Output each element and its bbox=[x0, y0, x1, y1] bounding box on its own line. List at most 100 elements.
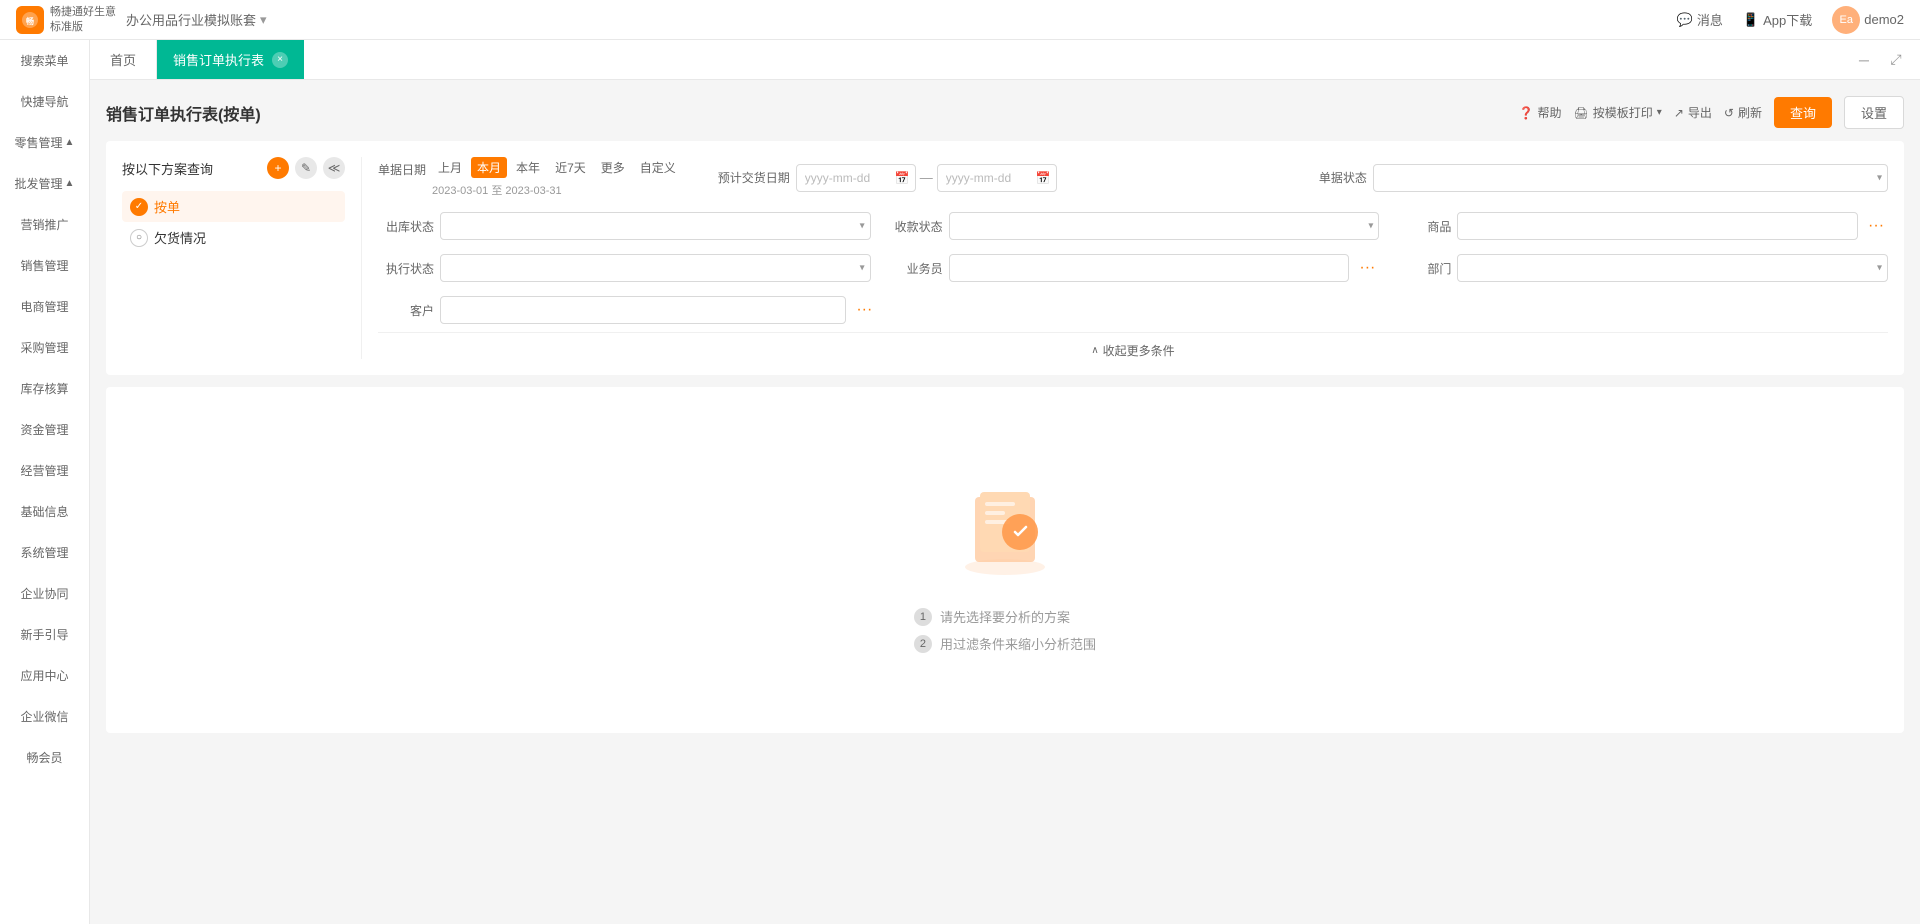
goods-field: 商品 ··· bbox=[1395, 212, 1888, 240]
tab-sales-order[interactable]: 销售订单执行表 × bbox=[157, 40, 304, 79]
order-status-select[interactable] bbox=[1373, 164, 1888, 192]
scheme-item-by-arrears[interactable]: ○ 欠货情况 bbox=[122, 222, 345, 253]
print-icon: 🖨 bbox=[1574, 106, 1589, 120]
date-tab-this-year[interactable]: 本年 bbox=[510, 157, 546, 178]
sidebar-item-inventory[interactable]: 库存核算 bbox=[0, 368, 89, 409]
sidebar-item-wholesale-mgmt[interactable]: 批发管理 ▲ bbox=[0, 163, 89, 204]
collapse-panel-button[interactable]: ≪ bbox=[323, 157, 345, 179]
sidebar-item-app-center[interactable]: 应用中心 bbox=[0, 655, 89, 696]
breadcrumb-arrow-icon[interactable]: ▾ bbox=[260, 12, 267, 28]
date-tab-this-month[interactable]: 本月 bbox=[471, 157, 507, 178]
date-to-calendar-icon[interactable]: 📅 bbox=[1036, 171, 1051, 185]
page-content: 销售订单执行表(按单) ❓ 帮助 🖨 按模板打印 ▾ ↗ 导出 bbox=[90, 80, 1920, 924]
tab-close-button[interactable]: × bbox=[272, 52, 288, 68]
export-label: 导出 bbox=[1688, 104, 1712, 121]
refresh-button[interactable]: ↺ 刷新 bbox=[1724, 104, 1762, 121]
customer-input[interactable] bbox=[440, 296, 846, 324]
sidebar-label: 电商管理 bbox=[4, 298, 85, 315]
salesperson-label: 业务员 bbox=[887, 260, 943, 277]
customer-more-icon[interactable]: ··· bbox=[852, 301, 876, 319]
payment-status-select[interactable] bbox=[949, 212, 1380, 240]
delivery-status-select[interactable] bbox=[440, 212, 871, 240]
export-icon: ↗ bbox=[1674, 106, 1684, 120]
exec-status-wrapper: ▾ bbox=[440, 254, 871, 282]
user-area[interactable]: Ea demo2 bbox=[1832, 6, 1904, 34]
sidebar-item-system-mgmt[interactable]: 系统管理 bbox=[0, 532, 89, 573]
sidebar-label: 销售管理 bbox=[4, 257, 85, 274]
help-button[interactable]: ❓ 帮助 bbox=[1519, 104, 1562, 121]
breadcrumb-text: 办公用品行业模拟账套 bbox=[126, 10, 256, 29]
goods-more-icon[interactable]: ··· bbox=[1864, 217, 1888, 235]
sidebar-item-marketing[interactable]: 营销推广 bbox=[0, 204, 89, 245]
left-panel: 按以下方案查询 + ✎ ≪ bbox=[122, 157, 362, 359]
exec-status-select[interactable] bbox=[440, 254, 871, 282]
print-button[interactable]: 🖨 按模板打印 ▾ bbox=[1574, 104, 1662, 121]
sidebar-item-vip[interactable]: 畅会员 bbox=[0, 737, 89, 778]
sidebar-item-search-menu[interactable]: 搜索菜单 bbox=[0, 40, 89, 81]
sidebar-item-retail-mgmt[interactable]: 零售管理 ▲ bbox=[0, 122, 89, 163]
sidebar-item-enterprise-wechat[interactable]: 企业微信 bbox=[0, 696, 89, 737]
sidebar-item-basic-info[interactable]: 基础信息 bbox=[0, 491, 89, 532]
top-bar-right: 💬 消息 📱 App下载 Ea demo2 bbox=[1677, 6, 1904, 34]
add-scheme-button[interactable]: + bbox=[267, 157, 289, 179]
sidebar-item-newbie[interactable]: 新手引导 bbox=[0, 614, 89, 655]
page-title: 销售订单执行表(按单) bbox=[106, 101, 261, 125]
salesperson-input[interactable] bbox=[949, 254, 1350, 282]
help-label: 帮助 bbox=[1538, 104, 1562, 121]
scheme-item-by-order[interactable]: ✓ 按单 bbox=[122, 191, 345, 222]
sidebar-label: 营销推广 bbox=[4, 216, 85, 233]
tip-1-number: 1 bbox=[914, 608, 932, 626]
payment-status-label: 收款状态 bbox=[887, 218, 943, 235]
page-actions: ❓ 帮助 🖨 按模板打印 ▾ ↗ 导出 ↺ 刷新 bbox=[1519, 96, 1904, 129]
logo-area: 畅 畅捷通好生意 标准版 bbox=[16, 5, 116, 34]
sidebar-item-operations[interactable]: 经营管理 bbox=[0, 450, 89, 491]
top-bar-left: 畅 畅捷通好生意 标准版 办公用品行业模拟账套 ▾ bbox=[16, 5, 267, 34]
settings-button[interactable]: 设置 bbox=[1844, 96, 1904, 129]
date-tab-last-7-days[interactable]: 近7天 bbox=[549, 157, 592, 178]
sidebar-label: 资金管理 bbox=[4, 421, 85, 438]
left-panel-title: 按以下方案查询 + ✎ ≪ bbox=[122, 157, 345, 179]
app-download-action[interactable]: 📱 App下载 bbox=[1743, 10, 1812, 29]
logo-icon: 畅 bbox=[16, 6, 44, 34]
collapse-button[interactable]: ∧ 收起更多条件 bbox=[1091, 342, 1174, 359]
date-tab-last-month[interactable]: 上月 bbox=[432, 157, 468, 178]
department-wrapper: ▾ bbox=[1457, 254, 1888, 282]
date-tab-more[interactable]: 更多 bbox=[595, 157, 631, 178]
maximize-icon[interactable]: ⤢ bbox=[1884, 48, 1908, 72]
empty-tip-2: 2 用过滤条件来缩小分析范围 bbox=[914, 634, 1096, 653]
print-arrow-icon: ▾ bbox=[1657, 107, 1662, 118]
export-button[interactable]: ↗ 导出 bbox=[1674, 104, 1712, 121]
user-name: demo2 bbox=[1864, 12, 1904, 27]
refresh-label: 刷新 bbox=[1738, 104, 1762, 121]
edit-scheme-button[interactable]: ✎ bbox=[295, 157, 317, 179]
sidebar: 搜索菜单 快捷导航 零售管理 ▲ 批发管理 ▲ 营销推广 销售管理 电商管理 采… bbox=[0, 40, 90, 924]
payment-status-wrapper: ▾ bbox=[949, 212, 1380, 240]
sidebar-item-finance[interactable]: 资金管理 bbox=[0, 409, 89, 450]
sidebar-item-sales-mgmt[interactable]: 销售管理 bbox=[0, 245, 89, 286]
date-range-hint: 2023-03-01 至 2023-03-31 bbox=[432, 182, 682, 198]
tab-home[interactable]: 首页 bbox=[90, 40, 157, 79]
empty-state: 1 请先选择要分析的方案 2 用过滤条件来缩小分析范围 bbox=[106, 387, 1904, 733]
delivery-status-wrapper: ▾ bbox=[440, 212, 871, 240]
tab-home-label: 首页 bbox=[110, 50, 136, 69]
date-tab-custom[interactable]: 自定义 bbox=[634, 157, 682, 178]
filter-row-4: 客户 ··· bbox=[378, 296, 1888, 324]
order-status-select-wrapper: ▾ bbox=[1373, 164, 1888, 192]
sidebar-item-purchase-mgmt[interactable]: 采购管理 bbox=[0, 327, 89, 368]
minimize-icon[interactable]: ─ bbox=[1852, 48, 1876, 72]
help-icon: ❓ bbox=[1519, 106, 1534, 120]
sidebar-item-enterprise[interactable]: 企业协同 bbox=[0, 573, 89, 614]
svg-text:畅: 畅 bbox=[26, 16, 34, 26]
order-status-label: 单据状态 bbox=[1311, 169, 1367, 186]
sidebar-item-ecommerce[interactable]: 电商管理 bbox=[0, 286, 89, 327]
tip-2-text: 用过滤条件来缩小分析范围 bbox=[940, 634, 1096, 653]
goods-input[interactable] bbox=[1457, 212, 1858, 240]
salesperson-more-icon[interactable]: ··· bbox=[1355, 259, 1379, 277]
message-action[interactable]: 💬 消息 bbox=[1677, 10, 1723, 29]
department-select[interactable] bbox=[1457, 254, 1888, 282]
search-button[interactable]: 查询 bbox=[1774, 97, 1832, 128]
date-from-calendar-icon[interactable]: 📅 bbox=[895, 171, 910, 185]
top-bar: 畅 畅捷通好生意 标准版 办公用品行业模拟账套 ▾ 💬 消息 📱 App下载 E… bbox=[0, 0, 1920, 40]
sidebar-item-quick-nav[interactable]: 快捷导航 bbox=[0, 81, 89, 122]
page-title-bar: 销售订单执行表(按单) ❓ 帮助 🖨 按模板打印 ▾ ↗ 导出 bbox=[106, 96, 1904, 129]
